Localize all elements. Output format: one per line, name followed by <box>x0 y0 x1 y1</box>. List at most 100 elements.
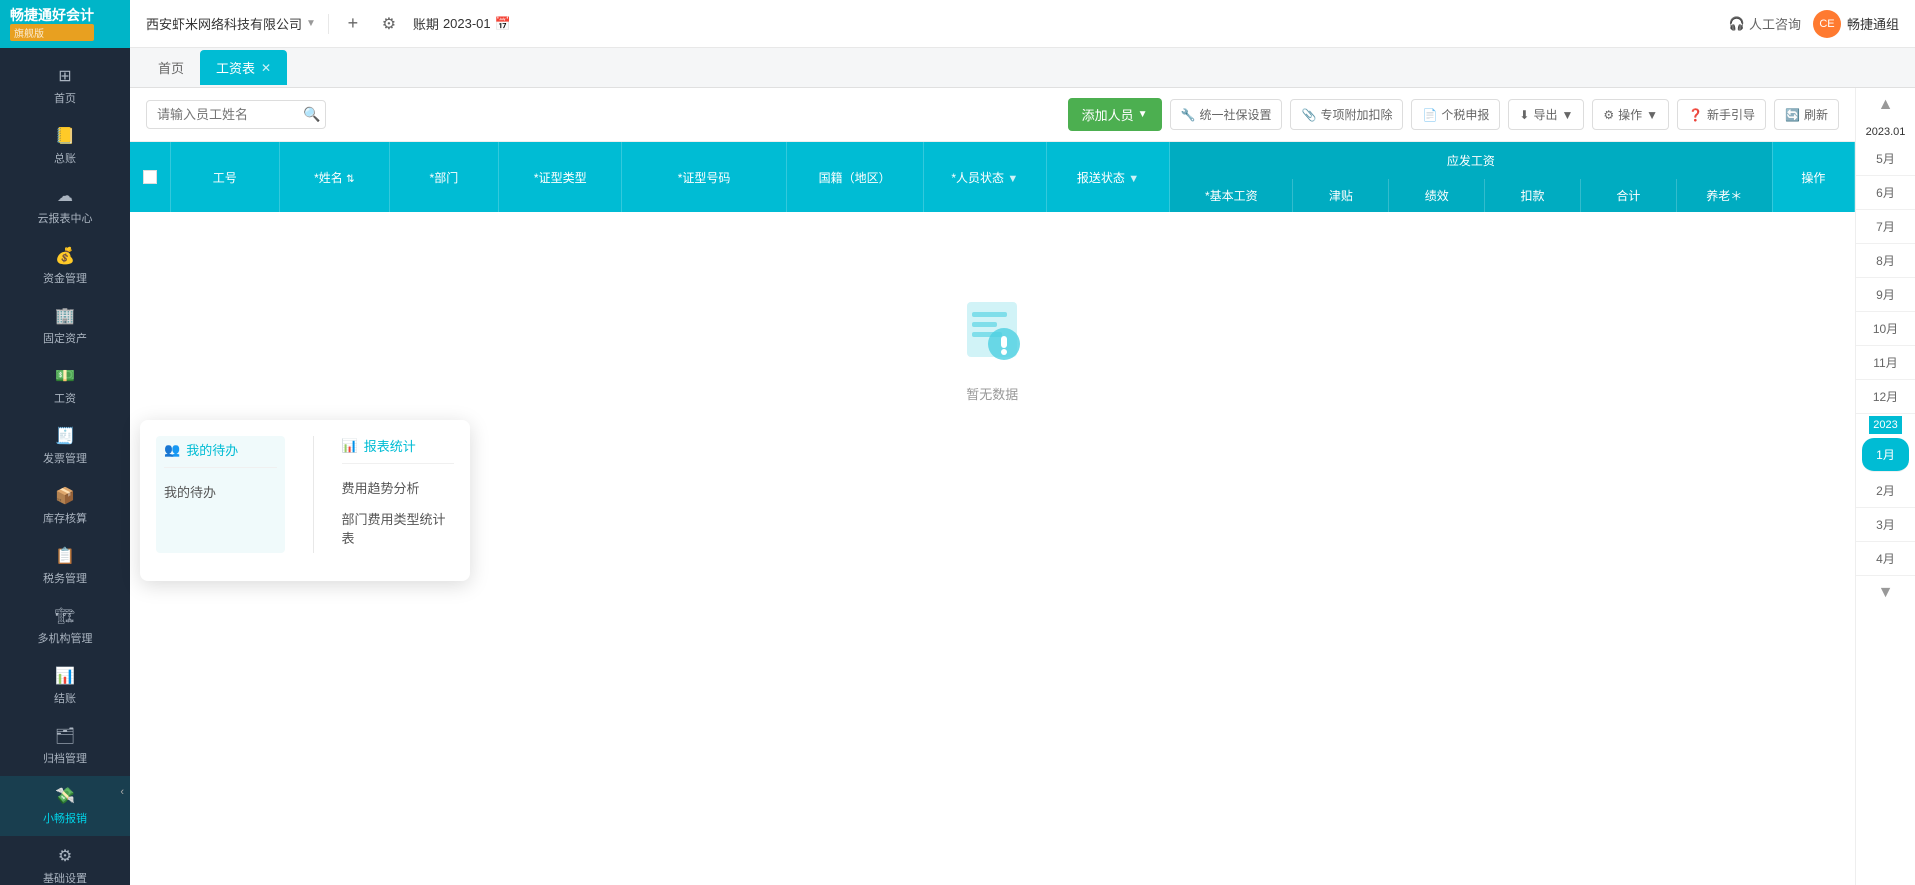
refresh-label: 刷新 <box>1804 106 1828 123</box>
sidebar-item-salary-label: 工资 <box>54 390 76 406</box>
month-item-3[interactable]: 3月 <box>1856 508 1915 542</box>
popup-item-todo[interactable]: 我的待办 <box>164 476 277 507</box>
year-2023-badge: 2023 <box>1869 416 1901 434</box>
company-selector[interactable]: 西安虾米网络科技有限公司 ▼ <box>146 14 316 33</box>
month-item-10[interactable]: 10月 <box>1856 312 1915 346</box>
month-next-button[interactable]: ▼ <box>1874 580 1898 606</box>
th-id-type: *证型类型 <box>499 142 622 212</box>
month-panel: ▲ 2023.01 5月 6月 7月 8月 9月 10月 11月 12月 202… <box>1855 88 1915 885</box>
special-deduction-icon: 📎 <box>1301 108 1316 122</box>
topbar-right: 🎧 人工咨询 CE 畅捷通组 <box>1729 10 1899 38</box>
month-item-5[interactable]: 5月 <box>1856 142 1915 176</box>
month-item-4[interactable]: 4月 <box>1856 542 1915 576</box>
sidebar-item-fixed-label: 固定资产 <box>43 330 87 346</box>
xiaochang-icon: 💸 <box>55 786 75 806</box>
name-sort-icon[interactable]: ⇅ <box>346 174 354 185</box>
topbar-settings-button[interactable]: ⚙ <box>377 12 401 36</box>
fund-icon: 💰 <box>55 246 75 266</box>
personal-tax-button[interactable]: 📄 个税申报 <box>1411 99 1500 130</box>
home-icon: ⊞ <box>58 66 71 86</box>
sidebar-item-tax[interactable]: 📋 税务管理 <box>0 536 130 596</box>
tax-icon: 📋 <box>55 546 75 566</box>
social-security-icon: 🔧 <box>1181 108 1196 122</box>
sidebar-item-fixed-assets[interactable]: 🏢 固定资产 <box>0 296 130 356</box>
sidebar-item-salary[interactable]: 💵 工资 <box>0 356 130 416</box>
tab-salary-label: 工资表 <box>216 58 255 77</box>
refresh-icon: 🔄 <box>1785 108 1800 122</box>
collapse-arrow: ‹ <box>120 786 124 798</box>
topbar: 西安虾米网络科技有限公司 ▼ + ⚙ 账期 2023-01 📅 🎧 人工咨询 C… <box>130 0 1915 48</box>
new-guide-button[interactable]: ❓ 新手引导 <box>1677 99 1766 130</box>
sidebar-item-home-label: 首页 <box>54 90 76 106</box>
th-salary-group: 应发工资 <box>1170 142 1773 179</box>
social-security-button[interactable]: 🔧 统一社保设置 <box>1170 99 1283 130</box>
select-all-checkbox[interactable] <box>143 170 157 184</box>
month-item-7[interactable]: 7月 <box>1856 210 1915 244</box>
month-item-1-current[interactable]: 1月 <box>1862 438 1909 472</box>
status-filter-icon[interactable]: ▼ <box>1007 173 1018 185</box>
report-section-icon: 📊 <box>342 438 358 454</box>
month-prev-button[interactable]: ▲ <box>1874 92 1898 118</box>
popup-section-report: 📊 报表统计 费用趋势分析 部门费用类型统计表 <box>342 436 455 553</box>
month-item-9[interactable]: 9月 <box>1856 278 1915 312</box>
new-guide-icon: ❓ <box>1688 108 1703 122</box>
topbar-add-button[interactable]: + <box>341 12 365 36</box>
month-item-6[interactable]: 6月 <box>1856 176 1915 210</box>
add-people-dropdown-icon: ▼ <box>1138 109 1148 120</box>
search-input[interactable] <box>157 107 297 122</box>
search-box[interactable]: 🔍 <box>146 100 326 129</box>
empty-icon <box>952 292 1032 372</box>
toolbar: 🔍 添加人员 ▼ 🔧 统一社保设置 📎 专项附加扣除 <box>130 88 1855 142</box>
popup-section-todo-label: 我的待办 <box>186 440 238 459</box>
month-item-2[interactable]: 2月 <box>1856 474 1915 508</box>
basic-icon: ⚙ <box>58 846 72 866</box>
th-job-no: 工号 <box>170 142 280 212</box>
popup-item-dept-cost[interactable]: 部门费用类型统计表 <box>342 503 455 553</box>
settlement-icon: 📊 <box>55 666 75 686</box>
service-button[interactable]: 🎧 人工咨询 <box>1729 14 1801 33</box>
tab-home[interactable]: 首页 <box>142 50 200 85</box>
cloud-icon: ☁ <box>57 186 73 206</box>
month-item-11[interactable]: 11月 <box>1856 346 1915 380</box>
special-deduction-button[interactable]: 📎 专项附加扣除 <box>1290 99 1403 130</box>
invoice-icon: 🧾 <box>55 426 75 446</box>
sidebar-item-fund[interactable]: 💰 资金管理 <box>0 236 130 296</box>
sidebar-item-basic[interactable]: ⚙ 基础设置 <box>0 836 130 885</box>
month-item-8[interactable]: 8月 <box>1856 244 1915 278</box>
report-filter-icon[interactable]: ▼ <box>1128 173 1139 185</box>
th-id-no: *证型号码 <box>622 142 786 212</box>
period-label: 账期 <box>413 14 439 33</box>
sidebar-item-inventory[interactable]: 📦 库存核算 <box>0 476 130 536</box>
inventory-icon: 📦 <box>55 486 75 506</box>
sidebar-nav: ⊞ 首页 📒 总账 ☁ 云报表中心 💰 资金管理 🏢 固定资产 💵 工资 🧾 发… <box>0 48 130 885</box>
sidebar-item-xiaochang-label: 小畅报销 <box>43 810 87 826</box>
new-guide-label: 新手引导 <box>1707 106 1755 123</box>
operations-button[interactable]: ⚙ 操作 ▼ <box>1592 99 1669 130</box>
sidebar-item-home[interactable]: ⊞ 首页 <box>0 56 130 116</box>
sidebar-item-settlement[interactable]: 📊 结账 <box>0 656 130 716</box>
tab-salary[interactable]: 工资表 ✕ <box>200 50 287 85</box>
add-people-button[interactable]: 添加人员 ▼ <box>1068 98 1162 131</box>
export-button[interactable]: ⬇ 导出 ▼ <box>1508 99 1584 130</box>
special-deduction-label: 专项附加扣除 <box>1320 106 1392 123</box>
sidebar-item-archive[interactable]: 🗂 归档管理 <box>0 716 130 776</box>
add-people-label: 添加人员 <box>1082 105 1134 124</box>
todo-section-icon: 👥 <box>164 442 180 458</box>
personal-tax-icon: 📄 <box>1422 108 1437 122</box>
refresh-button[interactable]: 🔄 刷新 <box>1774 99 1839 130</box>
tab-close-icon[interactable]: ✕ <box>261 61 271 75</box>
popup-item-cost-trend[interactable]: 费用趋势分析 <box>342 472 455 503</box>
sidebar-item-cloud-report[interactable]: ☁ 云报表中心 <box>0 176 130 236</box>
topbar-divider1 <box>328 14 329 34</box>
sidebar-item-invoice[interactable]: 🧾 发票管理 <box>0 416 130 476</box>
sidebar-item-multi-org[interactable]: 🏗 多机构管理 <box>0 596 130 656</box>
sidebar-item-xiaochang[interactable]: 💸 小畅报销 ‹ <box>0 776 130 836</box>
topbar-period[interactable]: 账期 2023-01 📅 <box>413 14 511 33</box>
user-profile[interactable]: CE 畅捷通组 <box>1813 10 1899 38</box>
sidebar-item-ledger[interactable]: 📒 总账 <box>0 116 130 176</box>
period-value: 2023-01 <box>443 16 491 31</box>
company-dropdown-arrow: ▼ <box>306 18 316 29</box>
company-name: 西安虾米网络科技有限公司 <box>146 14 302 33</box>
th-subsidy: 津贴 <box>1293 179 1389 212</box>
month-item-12[interactable]: 12月 <box>1856 380 1915 414</box>
